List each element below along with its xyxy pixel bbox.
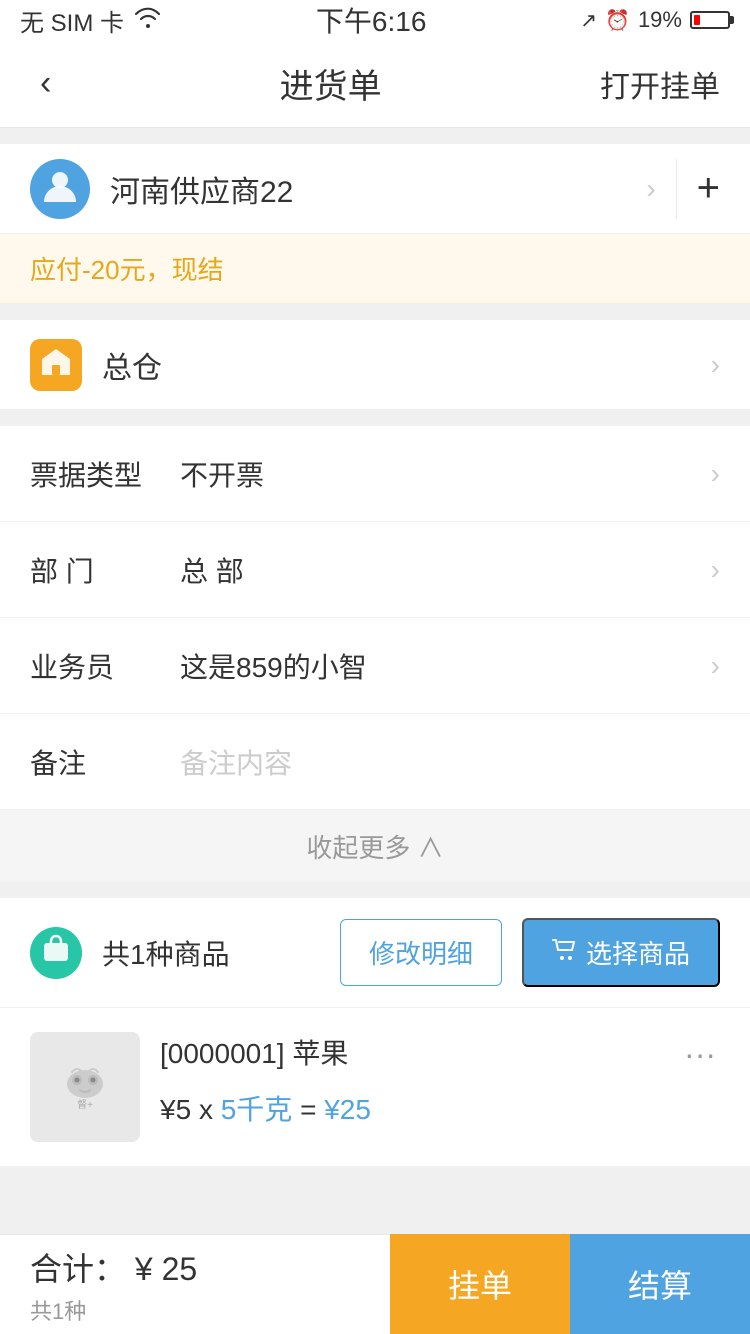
shopping-bag-icon bbox=[40, 933, 72, 972]
open-hang-button[interactable]: 打开挂单 bbox=[600, 62, 720, 106]
salesperson-label: 业务员 bbox=[30, 646, 160, 686]
department-chevron-icon: › bbox=[711, 554, 720, 586]
remark-label: 备注 bbox=[30, 742, 160, 782]
select-product-label: 选择商品 bbox=[586, 934, 690, 971]
product-info: [0000001] 苹果 ¥5 x 5千克 = ¥25 bbox=[160, 1032, 660, 1128]
product-title: 苹果 bbox=[292, 1038, 348, 1069]
edit-detail-button[interactable]: 修改明细 bbox=[340, 919, 502, 986]
warehouse-label: 总仓 bbox=[102, 343, 711, 387]
form-section: 票据类型 不开票 › 部 门 总 部 › 业务员 这是859的小智 › 备注 备… bbox=[0, 426, 750, 810]
back-button[interactable]: ‹ bbox=[30, 54, 61, 113]
product-thumbnail: 督+ bbox=[30, 1032, 140, 1142]
invoice-type-label: 票据类型 bbox=[30, 454, 160, 494]
warehouse-row[interactable]: 总仓 › bbox=[0, 320, 750, 410]
invoice-type-value: 不开票 bbox=[160, 454, 711, 494]
product-name: [0000001] 苹果 bbox=[160, 1032, 660, 1072]
hang-label: 挂单 bbox=[448, 1261, 512, 1307]
svg-text:督+: 督+ bbox=[77, 1098, 93, 1111]
alarm-icon: ⏰ bbox=[605, 8, 630, 33]
section-divider-1 bbox=[0, 304, 750, 320]
warehouse-icon-container bbox=[30, 339, 82, 391]
section-divider-3 bbox=[0, 882, 750, 898]
remark-value: 备注内容 bbox=[160, 742, 720, 782]
department-row[interactable]: 部 门 总 部 › bbox=[0, 522, 750, 618]
status-time: 下午6:16 bbox=[316, 0, 427, 40]
total-price: ¥25 bbox=[324, 1094, 371, 1125]
footer-total: 合计： ¥ 25 共1种 bbox=[0, 1234, 390, 1334]
product-count: 共1种商品 bbox=[102, 933, 320, 973]
invoice-type-row[interactable]: 票据类型 不开票 › bbox=[0, 426, 750, 522]
supplier-avatar bbox=[30, 159, 90, 219]
collapse-label: 收起更多 ∧ bbox=[306, 828, 443, 865]
salesperson-row[interactable]: 业务员 这是859的小智 › bbox=[0, 618, 750, 714]
supplier-name: 河南供应商22 bbox=[110, 167, 646, 211]
product-header: 共1种商品 修改明细 选择商品 bbox=[0, 898, 750, 1008]
quantity: 5千克 bbox=[221, 1094, 293, 1125]
checkout-button[interactable]: 结算 bbox=[570, 1234, 750, 1334]
product-more-button[interactable]: ··· bbox=[680, 1032, 720, 1077]
bottom-footer: 合计： ¥ 25 共1种 挂单 结算 bbox=[0, 1234, 750, 1334]
product-item: 督+ [0000001] 苹果 ¥5 x 5千克 = ¥25 ··· bbox=[0, 1008, 750, 1167]
total-label: 合计： bbox=[30, 1251, 126, 1287]
product-placeholder-icon: 督+ bbox=[50, 1046, 120, 1128]
footer-total-amount: 合计： ¥ 25 bbox=[30, 1244, 360, 1290]
checkout-label: 结算 bbox=[628, 1261, 692, 1307]
status-bar: 无 SIM 卡 下午6:16 ↗ ⏰ 19% bbox=[0, 0, 750, 40]
notice-bar: 应付-20元，现结 bbox=[0, 234, 750, 304]
status-left: 无 SIM 卡 bbox=[20, 3, 162, 38]
notice-text: 应付-20元，现结 bbox=[30, 255, 224, 285]
wifi-icon bbox=[134, 6, 162, 35]
product-price: ¥5 x 5千克 = ¥25 bbox=[160, 1088, 660, 1128]
total-amount: ¥ 25 bbox=[135, 1251, 197, 1287]
product-header-icon-container bbox=[30, 927, 82, 979]
department-value: 总 部 bbox=[160, 550, 711, 590]
carrier-label: 无 SIM 卡 bbox=[20, 3, 124, 38]
product-code: [0000001] bbox=[160, 1038, 292, 1069]
battery-percent: 19% bbox=[638, 7, 682, 33]
price-separator: x bbox=[199, 1094, 221, 1125]
add-supplier-button[interactable]: + bbox=[676, 159, 720, 219]
supplier-section: 河南供应商22 › + 应付-20元，现结 bbox=[0, 144, 750, 304]
warehouse-icon bbox=[40, 345, 72, 384]
unit-price: ¥5 bbox=[160, 1094, 191, 1125]
battery-icon bbox=[690, 11, 730, 29]
supplier-row[interactable]: 河南供应商22 › + bbox=[0, 144, 750, 234]
salesperson-value: 这是859的小智 bbox=[160, 646, 711, 686]
supplier-chevron-icon: › bbox=[646, 173, 655, 205]
nav-bar: ‹ 进货单 打开挂单 bbox=[0, 40, 750, 128]
select-product-button[interactable]: 选择商品 bbox=[522, 918, 720, 987]
location-icon: ↗ bbox=[580, 8, 597, 33]
page-title: 进货单 bbox=[280, 59, 382, 108]
top-divider bbox=[0, 128, 750, 144]
section-divider-2 bbox=[0, 410, 750, 426]
warehouse-chevron-icon: › bbox=[711, 349, 720, 381]
salesperson-chevron-icon: › bbox=[711, 650, 720, 682]
hang-button[interactable]: 挂单 bbox=[390, 1234, 570, 1334]
invoice-type-chevron-icon: › bbox=[711, 458, 720, 490]
footer-total-count: 共1种 bbox=[30, 1294, 360, 1326]
collapse-bar[interactable]: 收起更多 ∧ bbox=[0, 810, 750, 882]
remark-row[interactable]: 备注 备注内容 bbox=[0, 714, 750, 810]
department-label: 部 门 bbox=[30, 550, 160, 590]
status-right: ↗ ⏰ 19% bbox=[580, 7, 730, 33]
cart-icon bbox=[552, 937, 578, 968]
equals-sign: = bbox=[300, 1094, 324, 1125]
avatar-icon bbox=[41, 166, 79, 212]
